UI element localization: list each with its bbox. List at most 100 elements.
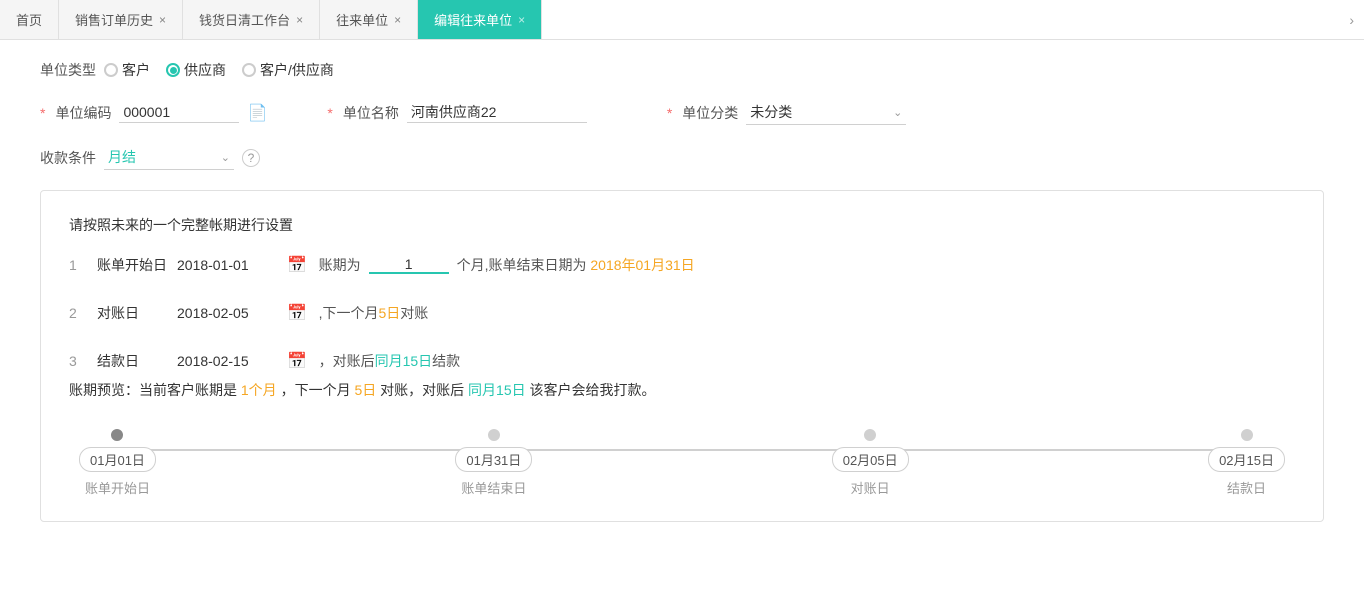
payment-help-icon[interactable]: ? <box>242 149 260 167</box>
panel-row-2-num: 2 <box>69 305 97 321</box>
panel-row-3-highlight: 同月15日 <box>375 351 433 371</box>
payment-condition-arrow-icon: ⌄ <box>221 151 230 164</box>
preview-part1: 1个月 <box>241 382 277 398</box>
unit-category-select[interactable]: 未分类 ⌄ <box>746 100 906 125</box>
tab-sales-history-label: 销售订单历史 <box>75 10 153 29</box>
panel-row-1-end-date: 2018年01月31日 <box>590 255 694 275</box>
period-input[interactable] <box>369 256 449 274</box>
radio-customer-label: 客户 <box>122 60 150 80</box>
preview-label: 账期预览：当前客户账期是 <box>69 382 237 398</box>
tab-bar: 首页 销售订单历史 × 钱货日清工作台 × 往来单位 × 编辑往来单位 × › <box>0 0 1364 40</box>
tab-more-arrow[interactable]: › <box>1339 0 1364 39</box>
panel-row-2-desc-pre: ,下一个月 <box>319 303 379 323</box>
unit-code-doc-icon[interactable]: 📄 <box>247 103 267 123</box>
radio-both[interactable]: 客户/供应商 <box>242 60 334 80</box>
tab-cash-work[interactable]: 钱货日清工作台 × <box>183 0 320 39</box>
timeline: 01月01日 账单开始日 01月31日 账单结束日 02月05日 对账日 <box>69 429 1295 497</box>
panel-row-3-num: 3 <box>69 353 97 369</box>
payment-condition-select[interactable]: 月结 ⌄ <box>104 145 234 170</box>
unit-code-label: 单位编码 <box>55 103 111 123</box>
tab-home-label: 首页 <box>16 10 42 29</box>
tab-sales-history-close[interactable]: × <box>159 13 166 27</box>
unit-name-label: 单位名称 <box>343 103 399 123</box>
panel-row-3-cal-icon[interactable]: 📅 <box>287 351 307 371</box>
unit-code-star: * <box>40 105 45 121</box>
preview-conn1: ，下一个月 <box>281 382 351 398</box>
panel-title: 请按照未来的一个完整帐期进行设置 <box>69 215 1295 235</box>
radio-customer[interactable]: 客户 <box>104 60 150 80</box>
panel-row-3-label: 结款日 <box>97 351 177 371</box>
unit-category-value: 未分类 <box>750 102 889 122</box>
panel-row-1-num: 1 <box>69 257 97 273</box>
panel-row-2: 2 对账日 2018-02-05 📅 ,下一个月 5日 对账 <box>69 303 1295 323</box>
unit-type-item: 单位类型 客户 供应商 客户/供应商 <box>40 60 334 80</box>
panel-row-1-date: 2018-01-01 <box>177 257 287 273</box>
payment-condition-row: 收款条件 月结 ⌄ ? <box>40 145 1324 170</box>
payment-condition-value: 月结 <box>108 147 217 167</box>
radio-customer-circle <box>104 63 118 77</box>
unit-type-radio-group: 客户 供应商 客户/供应商 <box>104 60 334 80</box>
tab-partner[interactable]: 往来单位 × <box>320 0 418 39</box>
tab-cash-work-close[interactable]: × <box>296 13 303 27</box>
radio-supplier[interactable]: 供应商 <box>166 60 226 80</box>
panel-row-1-period-pre: 账期为 <box>319 255 361 275</box>
timeline-label-1: 账单开始日 <box>85 478 150 497</box>
timeline-items: 01月01日 账单开始日 01月31日 账单结束日 02月05日 对账日 <box>79 429 1285 497</box>
tab-edit-partner[interactable]: 编辑往来单位 × <box>418 0 542 39</box>
panel-row-2-highlight: 5日 <box>378 303 400 323</box>
unit-category-label: 单位分类 <box>682 103 738 123</box>
radio-supplier-circle <box>166 63 180 77</box>
timeline-point-2: 01月31日 账单结束日 <box>455 429 532 497</box>
panel-row-3-date: 2018-02-15 <box>177 353 287 369</box>
unit-name-star: * <box>327 105 332 121</box>
timeline-dot-1 <box>111 429 123 441</box>
payment-condition-label: 收款条件 <box>40 148 96 168</box>
main-content: 单位类型 客户 供应商 客户/供应商 * 单位编码 <box>0 40 1364 608</box>
timeline-badge-1: 01月01日 <box>79 447 156 472</box>
panel-row-3-desc-pre: ，对账后 <box>319 351 375 371</box>
timeline-badge-2: 01月31日 <box>455 447 532 472</box>
timeline-badge-4: 02月15日 <box>1208 447 1285 472</box>
panel-row-3-desc-post: 结款 <box>432 351 460 371</box>
panel-row-2-desc-post: 对账 <box>400 303 428 323</box>
unit-code-input[interactable] <box>119 102 239 123</box>
timeline-dot-4 <box>1241 429 1253 441</box>
payment-condition-item: 收款条件 月结 ⌄ ? <box>40 145 260 170</box>
timeline-label-3: 对账日 <box>851 478 890 497</box>
preview-text: 账期预览：当前客户账期是 1个月 ，下一个月 5日 对账，对账后 同月15日 该… <box>69 379 1295 401</box>
unit-type-label: 单位类型 <box>40 60 96 80</box>
preview-conn2: 对账，对账后 <box>380 382 464 398</box>
unit-category-arrow-icon: ⌄ <box>893 106 902 119</box>
tab-edit-partner-close[interactable]: × <box>518 13 525 27</box>
timeline-dot-2 <box>488 429 500 441</box>
tab-partner-close[interactable]: × <box>394 13 401 27</box>
tab-sales-history[interactable]: 销售订单历史 × <box>59 0 183 39</box>
timeline-point-4: 02月15日 结款日 <box>1208 429 1285 497</box>
preview-part3: 同月15日 <box>468 382 526 398</box>
panel-row-2-date: 2018-02-05 <box>177 305 287 321</box>
unit-name-item: * 单位名称 <box>327 102 586 123</box>
tab-partner-label: 往来单位 <box>336 10 388 29</box>
preview-section: 账期预览：当前客户账期是 1个月 ，下一个月 5日 对账，对账后 同月15日 该… <box>69 379 1295 497</box>
timeline-dot-3 <box>864 429 876 441</box>
unit-info-row: * 单位编码 📄 * 单位名称 * 单位分类 未分类 ⌄ <box>40 100 1324 125</box>
unit-category-item: * 单位分类 未分类 ⌄ <box>667 100 906 125</box>
preview-conn3: 该客户会给我打款。 <box>530 382 656 398</box>
tab-home[interactable]: 首页 <box>0 0 59 39</box>
timeline-point-3: 02月05日 对账日 <box>832 429 909 497</box>
unit-cat-star: * <box>667 105 672 121</box>
timeline-badge-3: 02月05日 <box>832 447 909 472</box>
unit-code-item: * 单位编码 📄 <box>40 102 267 123</box>
panel-row-3: 3 结款日 2018-02-15 📅 ，对账后 同月15日 结款 <box>69 351 1295 371</box>
preview-part2: 5日 <box>354 382 376 398</box>
panel-row-1-cal-icon[interactable]: 📅 <box>287 255 307 275</box>
panel-row-2-cal-icon[interactable]: 📅 <box>287 303 307 323</box>
timeline-label-4: 结款日 <box>1227 478 1266 497</box>
radio-both-circle <box>242 63 256 77</box>
panel-row-1-label: 账单开始日 <box>97 255 177 275</box>
unit-type-row: 单位类型 客户 供应商 客户/供应商 <box>40 60 1324 80</box>
unit-name-input[interactable] <box>407 102 587 123</box>
tab-edit-partner-label: 编辑往来单位 <box>434 10 512 29</box>
timeline-label-2: 账单结束日 <box>461 478 526 497</box>
panel-row-1: 1 账单开始日 2018-01-01 📅 账期为 个月,账单结束日期为 2018… <box>69 255 1295 275</box>
